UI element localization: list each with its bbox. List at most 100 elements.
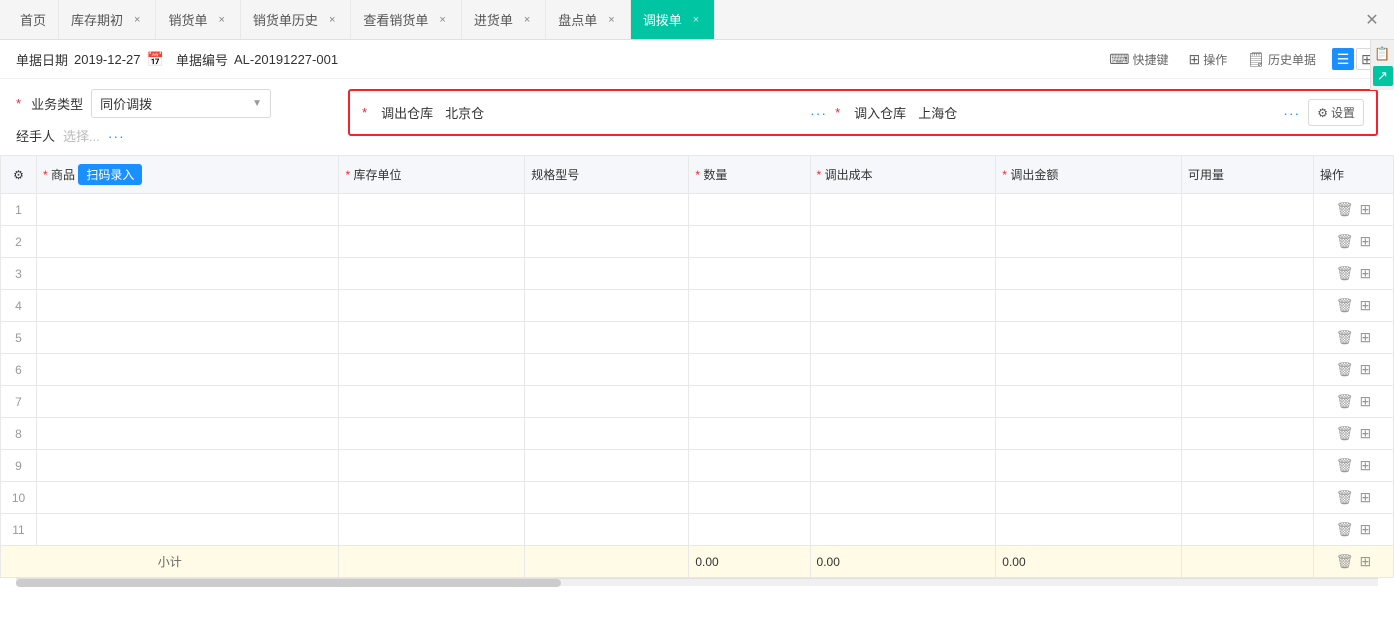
subtotal-copy-icon[interactable]: ⊞ <box>1360 553 1372 570</box>
copy-icon-1[interactable]: ⊞ <box>1360 233 1372 250</box>
copy-icon-2[interactable]: ⊞ <box>1360 265 1372 282</box>
amount-cell[interactable] <box>996 450 1182 482</box>
qty-cell[interactable] <box>689 482 810 514</box>
tab-inventory-init[interactable]: 库存期初 × <box>59 0 156 40</box>
qty-cell[interactable] <box>689 354 810 386</box>
sidebar-export-icon[interactable]: ↗ <box>1373 66 1393 86</box>
spec-cell[interactable] <box>525 482 689 514</box>
delete-icon-5[interactable]: 🗑 <box>1336 361 1354 378</box>
product-cell[interactable] <box>37 514 339 546</box>
product-cell[interactable] <box>37 322 339 354</box>
spec-cell[interactable] <box>525 258 689 290</box>
available-cell[interactable] <box>1182 290 1314 322</box>
cost-cell[interactable] <box>810 258 996 290</box>
layout-list-button[interactable]: ☰ <box>1332 48 1354 70</box>
product-cell[interactable] <box>37 194 339 226</box>
qty-cell[interactable] <box>689 386 810 418</box>
tab-transfer-order[interactable]: 调拨单 × <box>631 0 715 40</box>
delete-icon-2[interactable]: 🗑 <box>1336 265 1354 282</box>
delete-icon-6[interactable]: 🗑 <box>1336 393 1354 410</box>
cost-cell[interactable] <box>810 322 996 354</box>
delete-icon-1[interactable]: 🗑 <box>1336 233 1354 250</box>
spec-cell[interactable] <box>525 386 689 418</box>
cost-cell[interactable] <box>810 450 996 482</box>
available-cell[interactable] <box>1182 194 1314 226</box>
business-type-select[interactable]: 同价调拨 ▼ <box>91 89 271 118</box>
spec-cell[interactable] <box>525 354 689 386</box>
copy-icon-5[interactable]: ⊞ <box>1360 361 1372 378</box>
cost-cell[interactable] <box>810 290 996 322</box>
tab-sales-order-close[interactable]: × <box>215 13 227 27</box>
copy-icon-8[interactable]: ⊞ <box>1360 457 1372 474</box>
copy-icon-3[interactable]: ⊞ <box>1360 297 1372 314</box>
product-cell[interactable] <box>37 450 339 482</box>
unit-cell[interactable] <box>339 450 525 482</box>
spec-cell[interactable] <box>525 418 689 450</box>
tab-inventory-count[interactable]: 盘点单 × <box>546 0 630 40</box>
available-cell[interactable] <box>1182 226 1314 258</box>
col-settings[interactable]: ⚙ <box>1 156 37 194</box>
qty-cell[interactable] <box>689 226 810 258</box>
amount-cell[interactable] <box>996 418 1182 450</box>
available-cell[interactable] <box>1182 386 1314 418</box>
amount-cell[interactable] <box>996 290 1182 322</box>
copy-icon-4[interactable]: ⊞ <box>1360 329 1372 346</box>
copy-icon-6[interactable]: ⊞ <box>1360 393 1372 410</box>
amount-cell[interactable] <box>996 354 1182 386</box>
cost-cell[interactable] <box>810 514 996 546</box>
spec-cell[interactable] <box>525 226 689 258</box>
copy-icon-0[interactable]: ⊞ <box>1360 201 1372 218</box>
qty-cell[interactable] <box>689 514 810 546</box>
tab-view-sales[interactable]: 查看销货单 × <box>351 0 461 40</box>
tab-sales-history[interactable]: 销货单历史 × <box>241 0 351 40</box>
tab-inventory-init-close[interactable]: × <box>131 13 143 27</box>
in-warehouse-dots-button[interactable]: ··· <box>1283 105 1300 121</box>
manager-placeholder[interactable]: 选择... <box>63 126 100 145</box>
spec-cell[interactable] <box>525 194 689 226</box>
shortcuts-button[interactable]: ⌨ 快捷键 <box>1105 49 1172 70</box>
date-value[interactable]: 2019-12-27 <box>74 52 141 67</box>
unit-cell[interactable] <box>339 194 525 226</box>
amount-cell[interactable] <box>996 226 1182 258</box>
qty-cell[interactable] <box>689 450 810 482</box>
spec-cell[interactable] <box>525 322 689 354</box>
copy-icon-10[interactable]: ⊞ <box>1360 521 1372 538</box>
available-cell[interactable] <box>1182 418 1314 450</box>
qty-cell[interactable] <box>689 322 810 354</box>
delete-icon-7[interactable]: 🗑 <box>1336 425 1354 442</box>
table-settings-icon[interactable]: ⚙ <box>13 168 24 182</box>
amount-cell[interactable] <box>996 386 1182 418</box>
delete-icon-9[interactable]: 🗑 <box>1336 489 1354 506</box>
delete-icon-10[interactable]: 🗑 <box>1336 521 1354 538</box>
tab-sales-order[interactable]: 销货单 × <box>156 0 240 40</box>
spec-cell[interactable] <box>525 450 689 482</box>
available-cell[interactable] <box>1182 514 1314 546</box>
unit-cell[interactable] <box>339 514 525 546</box>
qty-cell[interactable] <box>689 258 810 290</box>
unit-cell[interactable] <box>339 322 525 354</box>
amount-cell[interactable] <box>996 258 1182 290</box>
product-cell[interactable] <box>37 354 339 386</box>
delete-icon-8[interactable]: 🗑 <box>1336 457 1354 474</box>
spec-cell[interactable] <box>525 290 689 322</box>
copy-icon-7[interactable]: ⊞ <box>1360 425 1372 442</box>
available-cell[interactable] <box>1182 482 1314 514</box>
product-cell[interactable] <box>37 386 339 418</box>
product-cell[interactable] <box>37 482 339 514</box>
amount-cell[interactable] <box>996 322 1182 354</box>
unit-cell[interactable] <box>339 386 525 418</box>
sidebar-document-icon[interactable]: 📋 <box>1373 44 1393 64</box>
out-warehouse-dots-button[interactable]: ··· <box>810 105 827 121</box>
unit-cell[interactable] <box>339 290 525 322</box>
cost-cell[interactable] <box>810 386 996 418</box>
window-close-button[interactable]: ✕ <box>1358 6 1386 34</box>
cost-cell[interactable] <box>810 354 996 386</box>
product-cell[interactable] <box>37 418 339 450</box>
available-cell[interactable] <box>1182 354 1314 386</box>
delete-icon-4[interactable]: 🗑 <box>1336 329 1354 346</box>
unit-cell[interactable] <box>339 354 525 386</box>
cost-cell[interactable] <box>810 482 996 514</box>
operations-button[interactable]: ⊞ 操作 <box>1184 49 1231 70</box>
available-cell[interactable] <box>1182 258 1314 290</box>
delete-icon-0[interactable]: 🗑 <box>1336 201 1354 218</box>
